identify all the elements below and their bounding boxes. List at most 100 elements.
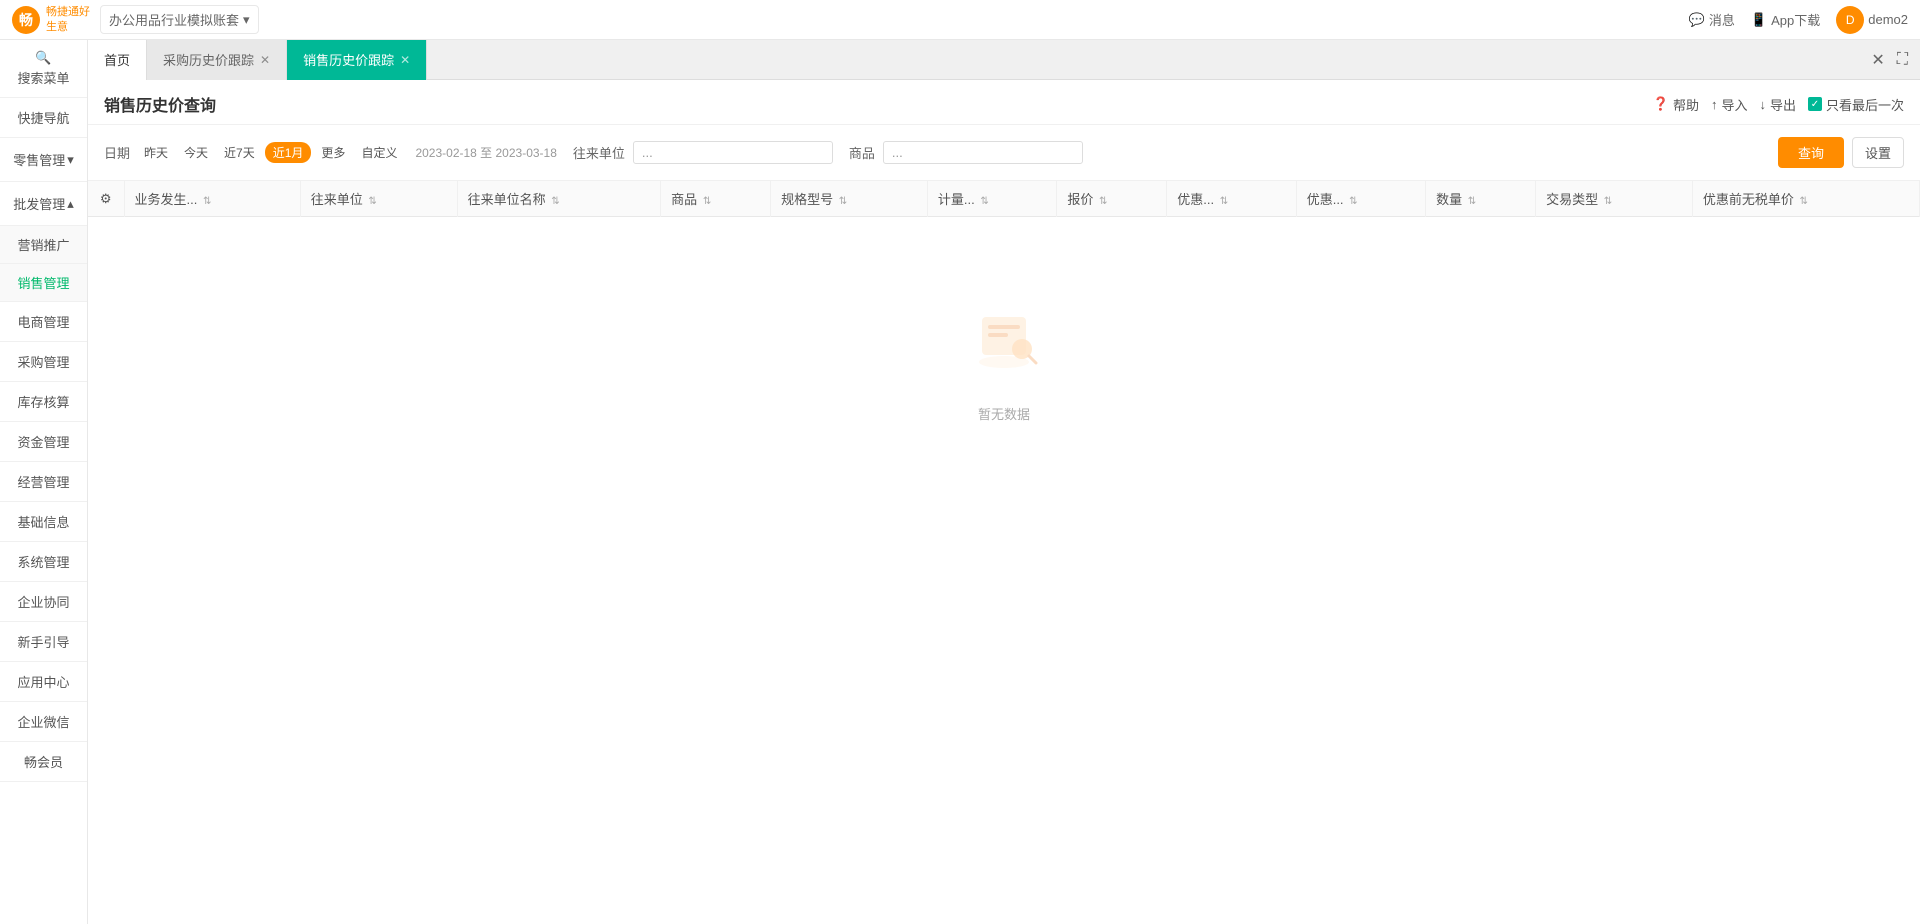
col-label: 报价 [1067,192,1093,207]
table-col-quantity[interactable]: 数量 ⇅ [1426,181,1536,217]
product-filter-group: 商品 ... [849,141,1083,164]
sidebar-item-finance-mgmt[interactable]: 资金管理 [0,422,87,462]
app-selector[interactable]: 办公用品行业模拟账套 ▾ [100,5,259,34]
table-container: ⚙ 业务发生... ⇅ 往来单位 ⇅ 往来单位名称 [88,181,1920,924]
sidebar-item-inventory[interactable]: 库存核算 [0,382,87,422]
table-col-pretax-price[interactable]: 优惠前无税单价 ⇅ [1692,181,1919,217]
sidebar-item-label: 批发管理 [13,194,65,213]
message-label: 消息 [1709,10,1735,29]
table-col-counterparty-code[interactable]: 往来单位 ⇅ [300,181,457,217]
sidebar-item-operations-mgmt[interactable]: 经营管理 [0,462,87,502]
tab-close-icon[interactable]: ✕ [400,53,410,67]
sidebar-item-label: 零售管理 [13,150,65,169]
sidebar-item-basic-info[interactable]: 基础信息 [0,502,87,542]
top-bar: 畅 畅捷通好生意 办公用品行业模拟账套 ▾ 💬 消息 📱 App下载 D dem… [0,0,1920,40]
gear-icon: ⚙ [100,191,112,206]
date-btn-today[interactable]: 今天 [178,142,214,163]
date-label: 日期 [104,143,130,162]
sidebar-item-enterprise-wechat[interactable]: 企业微信 [0,702,87,742]
tab-label: 首页 [104,50,130,69]
table-col-unit[interactable]: 计量... ⇅ [927,181,1056,217]
sort-icon: ⇅ [1468,196,1476,207]
sort-icon: ⇅ [839,196,847,207]
col-label: 交易类型 [1546,192,1598,207]
table-col-product[interactable]: 商品 ⇅ [661,181,771,217]
sort-icon: ⇅ [203,196,211,207]
date-btn-custom[interactable]: 自定义 [355,142,403,163]
empty-icon [964,297,1044,392]
col-label: 优惠前无税单价 [1703,192,1794,207]
sidebar-item-label: 企业协同 [17,592,69,611]
table-col-discount2[interactable]: 优惠... ⇅ [1296,181,1425,217]
export-icon: ↓ [1759,97,1766,112]
table-col-discount1[interactable]: 优惠... ⇅ [1167,181,1296,217]
counterparty-input[interactable]: ... [633,141,833,164]
sidebar-item-purchase-mgmt[interactable]: 采购管理 [0,342,87,382]
tab-sales-history[interactable]: 销售历史价跟踪 ✕ [287,40,427,80]
table-col-trade-type[interactable]: 交易类型 ⇅ [1536,181,1693,217]
checkbox-icon: ✓ [1808,97,1822,111]
sidebar-item-wholesale-mgmt[interactable]: 批发管理 ▴ [0,182,87,226]
phone-icon: 📱 [1751,12,1767,28]
sidebar-item-label: 新手引导 [17,632,69,651]
user-action[interactable]: D demo2 [1836,6,1908,34]
main-layout: 🔍 搜索菜单 快捷导航 零售管理 ▾ 批发管理 ▴ 营销推广 销售管理 电商管理… [0,40,1920,924]
chevron-down-icon: ▾ [243,12,250,28]
date-btn-more[interactable]: 更多 [315,142,351,163]
table-col-counterparty-name[interactable]: 往来单位名称 ⇅ [457,181,661,217]
sidebar-item-label: 营销推广 [17,235,69,254]
tab-label: 采购历史价跟踪 [163,50,254,69]
tab-purchase-history[interactable]: 采购历史价跟踪 ✕ [147,40,287,80]
chevron-down-icon: ▾ [67,152,74,168]
only-last-checkbox[interactable]: ✓ 只看最后一次 [1808,95,1904,114]
help-icon: ❓ [1653,96,1669,112]
sidebar-item-ecommerce-mgmt[interactable]: 电商管理 [0,302,87,342]
col-label: 往来单位 [311,192,363,207]
close-window-button[interactable]: ✕ [1871,50,1884,70]
col-label: 数量 [1436,192,1462,207]
only-last-label: 只看最后一次 [1826,95,1904,114]
help-button[interactable]: ❓ 帮助 [1653,95,1699,114]
sidebar-item-member[interactable]: 畅会员 [0,742,87,782]
search-icon: 🔍 [35,50,51,66]
sidebar-item-marketing[interactable]: 营销推广 [0,226,87,264]
tab-close-icon[interactable]: ✕ [260,53,270,67]
filter-right: 查询 设置 [1778,137,1904,168]
col-label: 商品 [671,192,697,207]
table-col-quoted-price[interactable]: 报价 ⇅ [1057,181,1167,217]
settings-button[interactable]: 设置 [1852,137,1904,168]
date-btn-last7days[interactable]: 近7天 [218,142,261,163]
message-icon: 💬 [1689,12,1705,28]
sidebar-item-sales-mgmt[interactable]: 销售管理 [0,264,87,302]
sidebar-item-enterprise-collab[interactable]: 企业协同 [0,582,87,622]
import-icon: ↑ [1711,97,1718,112]
sidebar-item-label: 企业微信 [17,712,69,731]
sort-icon: ⇅ [1099,196,1107,207]
tab-label: 销售历史价跟踪 [303,50,394,69]
app-download-action[interactable]: 📱 App下载 [1751,10,1820,29]
table-col-spec[interactable]: 规格型号 ⇅ [771,181,928,217]
sidebar-item-newcomer-guide[interactable]: 新手引导 [0,622,87,662]
table-col-gear[interactable]: ⚙ [88,181,124,217]
sidebar-item-label: 电商管理 [17,312,69,331]
sidebar-item-retail-mgmt[interactable]: 零售管理 ▾ [0,138,87,182]
sidebar-item-quick-nav[interactable]: 快捷导航 [0,98,87,138]
maximize-window-button[interactable]: ⛶ [1897,51,1908,69]
sidebar-item-system-mgmt[interactable]: 系统管理 [0,542,87,582]
sidebar-item-label: 资金管理 [17,432,69,451]
product-input[interactable]: ... [883,141,1083,164]
message-action[interactable]: 💬 消息 [1689,10,1735,29]
filter-area: 日期 昨天 今天 近7天 近1月 更多 自定义 2023-02-18 至 202… [88,125,1920,181]
export-button[interactable]: ↓ 导出 [1759,95,1796,114]
date-btn-yesterday[interactable]: 昨天 [138,142,174,163]
query-button[interactable]: 查询 [1778,137,1844,168]
date-btn-last1month[interactable]: 近1月 [265,142,312,163]
col-label: 规格型号 [781,192,833,207]
tab-home[interactable]: 首页 [88,40,147,80]
import-button[interactable]: ↑ 导入 [1711,95,1748,114]
sidebar-item-search-menu[interactable]: 🔍 搜索菜单 [0,40,87,98]
table-col-biz-date[interactable]: 业务发生... ⇅ [124,181,300,217]
sidebar-item-app-center[interactable]: 应用中心 [0,662,87,702]
sidebar-item-label: 库存核算 [17,392,69,411]
top-bar-right: 💬 消息 📱 App下载 D demo2 [1689,6,1908,34]
